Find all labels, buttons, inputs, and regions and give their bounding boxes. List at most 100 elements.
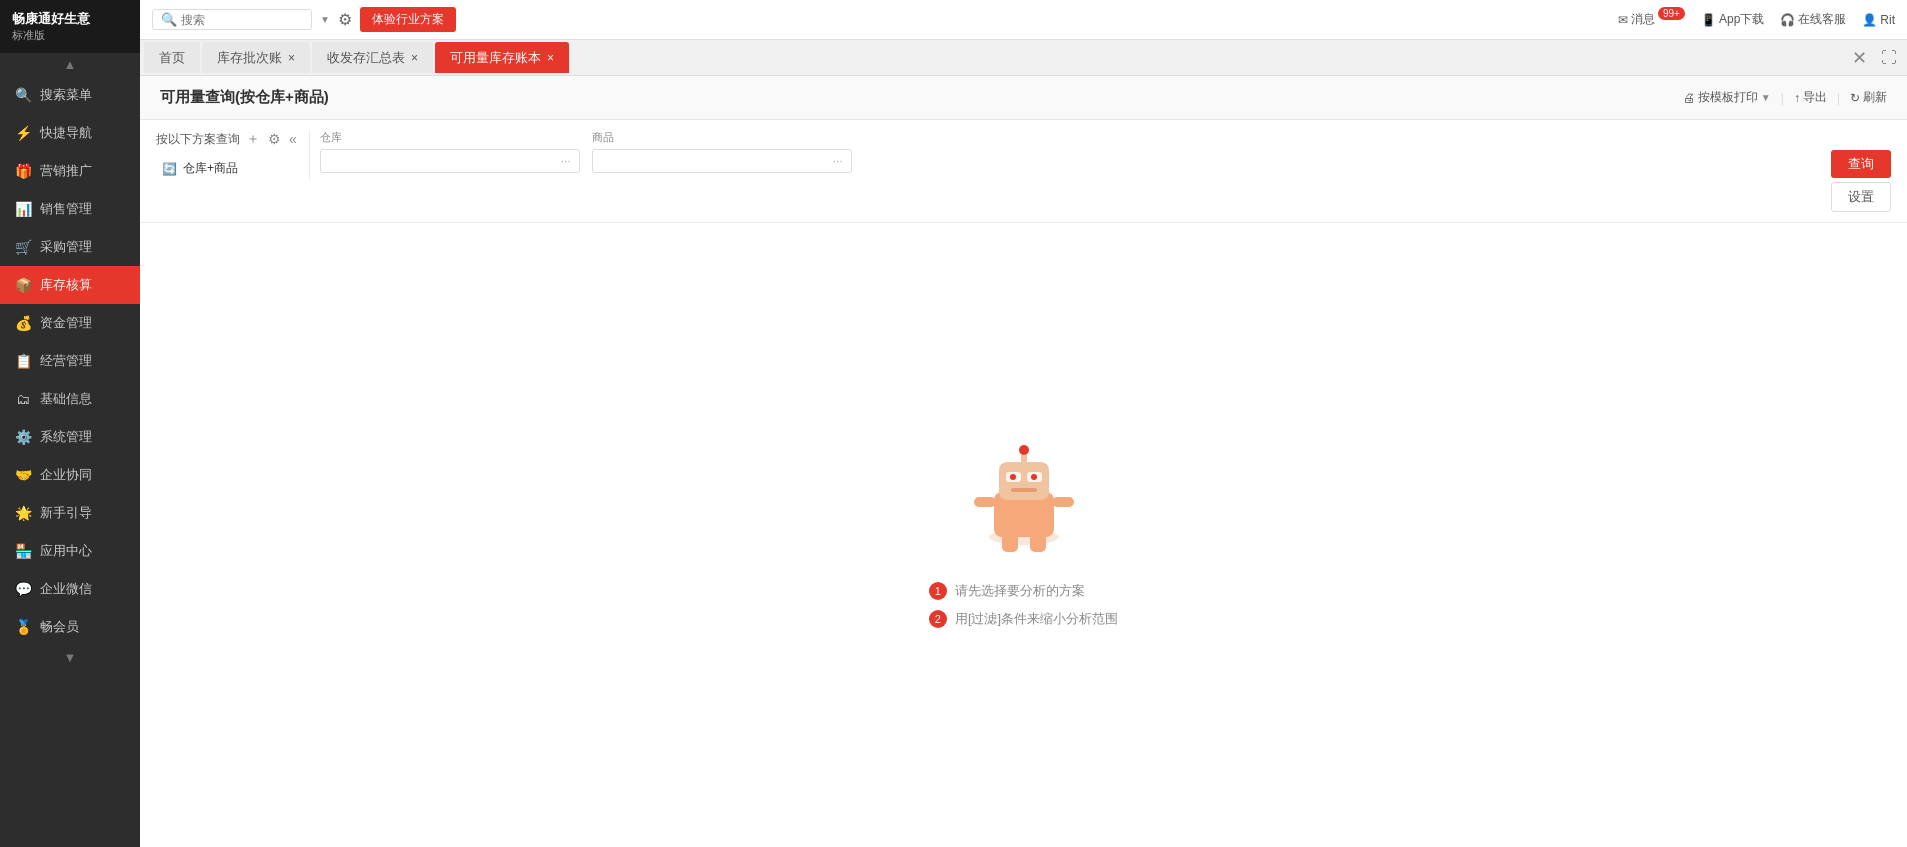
chart-icon: 📊	[14, 201, 32, 217]
scheme-add-button[interactable]: ＋	[244, 130, 262, 148]
sidebar-item-wechat[interactable]: 💬 企业微信	[0, 570, 140, 608]
tab-recv-summary[interactable]: 收发存汇总表 ×	[312, 42, 433, 73]
export-icon: ↑	[1794, 91, 1800, 105]
folder-icon: 🗂	[14, 391, 32, 407]
sidebar-item-label: 库存核算	[40, 276, 92, 294]
sidebar-item-label: 销售管理	[40, 200, 92, 218]
topbar-right: ✉ 消息 99+ 📱 App下载 🎧 在线客服 👤 Rit	[1618, 11, 1895, 28]
refresh-icon: ↻	[1850, 91, 1860, 105]
scheme-label: 按以下方案查询	[156, 131, 240, 148]
warehouse-more-icon[interactable]: ···	[561, 154, 571, 168]
app-download-button[interactable]: 📱 App下载	[1701, 11, 1764, 28]
warehouse-input-box[interactable]: ···	[320, 149, 580, 173]
tab-expand-icon[interactable]: ⛶	[1875, 49, 1903, 67]
svg-rect-10	[974, 497, 996, 507]
tip-2-text: 用[过滤]条件来缩小分析范围	[955, 610, 1118, 628]
search-chevron-icon[interactable]: ▼	[320, 14, 330, 25]
tip-num-1: 1	[929, 582, 947, 600]
sidebar-item-inventory[interactable]: 📦 库存核算	[0, 266, 140, 304]
search-input[interactable]	[181, 13, 281, 27]
tab-avail-close-icon[interactable]: ×	[547, 51, 554, 65]
sidebar-scroll-down[interactable]: ▼	[0, 646, 140, 669]
topbar-search-box: 🔍	[152, 9, 312, 30]
goods-more-icon[interactable]: ···	[833, 154, 843, 168]
scheme-collapse-button[interactable]: «	[287, 131, 299, 147]
message-button[interactable]: ✉ 消息 99+	[1618, 11, 1685, 28]
warehouse-input[interactable]	[329, 154, 561, 168]
scheme-warehouse-goods[interactable]: 🔄 仓库+商品	[156, 156, 299, 181]
user-avatar[interactable]: 👤 Rit	[1862, 13, 1895, 27]
tab-batch-close-icon[interactable]: ×	[288, 51, 295, 65]
goods-filter: 商品 ···	[592, 130, 852, 173]
store-icon: 🏪	[14, 543, 32, 559]
clipboard-icon: 📋	[14, 353, 32, 369]
sidebar-item-operations[interactable]: 📋 经营管理	[0, 342, 140, 380]
scheme-settings-button[interactable]: ⚙	[266, 131, 283, 147]
sidebar-item-purchase[interactable]: 🛒 采购管理	[0, 228, 140, 266]
sidebar-item-shortcut[interactable]: ⚡ 快捷导航	[0, 114, 140, 152]
warehouse-filter: 仓库 ···	[320, 130, 580, 173]
print-icon: 🖨	[1683, 91, 1695, 105]
filter-row: 仓库 ··· 商品 ···	[320, 130, 1821, 173]
sidebar-item-system[interactable]: ⚙️ 系统管理	[0, 418, 140, 456]
query-panel: 按以下方案查询 ＋ ⚙ « 🔄 仓库+商品 仓库 ···	[140, 120, 1907, 223]
print-chevron-icon: ▼	[1761, 92, 1771, 103]
sidebar-item-label: 新手引导	[40, 504, 92, 522]
sidebar-item-new-guide[interactable]: 🌟 新手引导	[0, 494, 140, 532]
page-actions: 🖨 按模板打印 ▼ | ↑ 导出 | ↻ 刷新	[1683, 89, 1887, 106]
sidebar-item-label: 企业协同	[40, 466, 92, 484]
online-service-label: 在线客服	[1798, 11, 1846, 28]
gear-settings-icon[interactable]: ⚙	[338, 10, 352, 29]
query-scheme-header: 按以下方案查询 ＋ ⚙ «	[156, 130, 299, 148]
app-name: 畅康通好生意	[12, 10, 128, 28]
tab-avail-qty[interactable]: 可用量库存账本 ×	[435, 42, 569, 73]
handshake-icon: 🤝	[14, 467, 32, 483]
search-icon: 🔍	[14, 87, 32, 103]
sidebar-item-label: 畅会员	[40, 618, 79, 636]
query-scheme-panel: 按以下方案查询 ＋ ⚙ « 🔄 仓库+商品	[156, 130, 310, 181]
box-icon: 📦	[14, 277, 32, 293]
username-label: Rit	[1880, 13, 1895, 27]
goods-input-box[interactable]: ···	[592, 149, 852, 173]
sidebar-item-base-info[interactable]: 🗂 基础信息	[0, 380, 140, 418]
print-label: 按模板打印	[1698, 89, 1758, 106]
sidebar-item-sales[interactable]: 📊 销售管理	[0, 190, 140, 228]
print-button[interactable]: 🖨 按模板打印 ▼	[1683, 89, 1771, 106]
tab-home[interactable]: 首页	[144, 42, 200, 73]
svg-point-5	[1010, 474, 1016, 480]
sidebar-item-label: 搜索菜单	[40, 86, 92, 104]
svg-rect-2	[999, 462, 1049, 500]
svg-point-6	[1031, 474, 1037, 480]
scheme-item-label: 仓库+商品	[183, 160, 238, 177]
tab-recv-label: 收发存汇总表	[327, 49, 405, 67]
sidebar-item-member[interactable]: 🏅 畅会员	[0, 608, 140, 646]
sidebar-item-finance[interactable]: 💰 资金管理	[0, 304, 140, 342]
cart-icon: 🛒	[14, 239, 32, 255]
sidebar-item-search[interactable]: 🔍 搜索菜单	[0, 76, 140, 114]
page-header: 可用量查询(按仓库+商品) 🖨 按模板打印 ▼ | ↑ 导出 | ↻ 刷新	[140, 76, 1907, 120]
settings-button[interactable]: 设置	[1831, 182, 1891, 212]
sidebar-item-cooperation[interactable]: 🤝 企业协同	[0, 456, 140, 494]
sidebar-item-label: 应用中心	[40, 542, 92, 560]
money-icon: 💰	[14, 315, 32, 331]
sidebar-scroll-up[interactable]: ▲	[0, 53, 140, 76]
tab-batch-label: 库存批次账	[217, 49, 282, 67]
goods-input[interactable]	[601, 154, 833, 168]
sidebar-item-marketing[interactable]: 🎁 营销推广	[0, 152, 140, 190]
export-button[interactable]: ↑ 导出	[1794, 89, 1827, 106]
svg-rect-7	[1011, 488, 1037, 492]
online-service-button[interactable]: 🎧 在线客服	[1780, 11, 1846, 28]
refresh-button[interactable]: ↻ 刷新	[1850, 89, 1887, 106]
tab-batch-account[interactable]: 库存批次账 ×	[202, 42, 310, 73]
query-button[interactable]: 查询	[1831, 150, 1891, 178]
tip-1-text: 请先选择要分析的方案	[955, 582, 1085, 600]
tab-recv-close-icon[interactable]: ×	[411, 51, 418, 65]
empty-illustration	[964, 442, 1084, 562]
tab-avail-label: 可用量库存账本	[450, 49, 541, 67]
sidebar-item-label: 快捷导航	[40, 124, 92, 142]
wechat-icon: 💬	[14, 581, 32, 597]
industry-solution-button[interactable]: 体验行业方案	[360, 7, 456, 32]
tab-close-button[interactable]: ✕	[1844, 47, 1875, 69]
app-download-label: App下载	[1719, 11, 1764, 28]
sidebar-item-app-center[interactable]: 🏪 应用中心	[0, 532, 140, 570]
